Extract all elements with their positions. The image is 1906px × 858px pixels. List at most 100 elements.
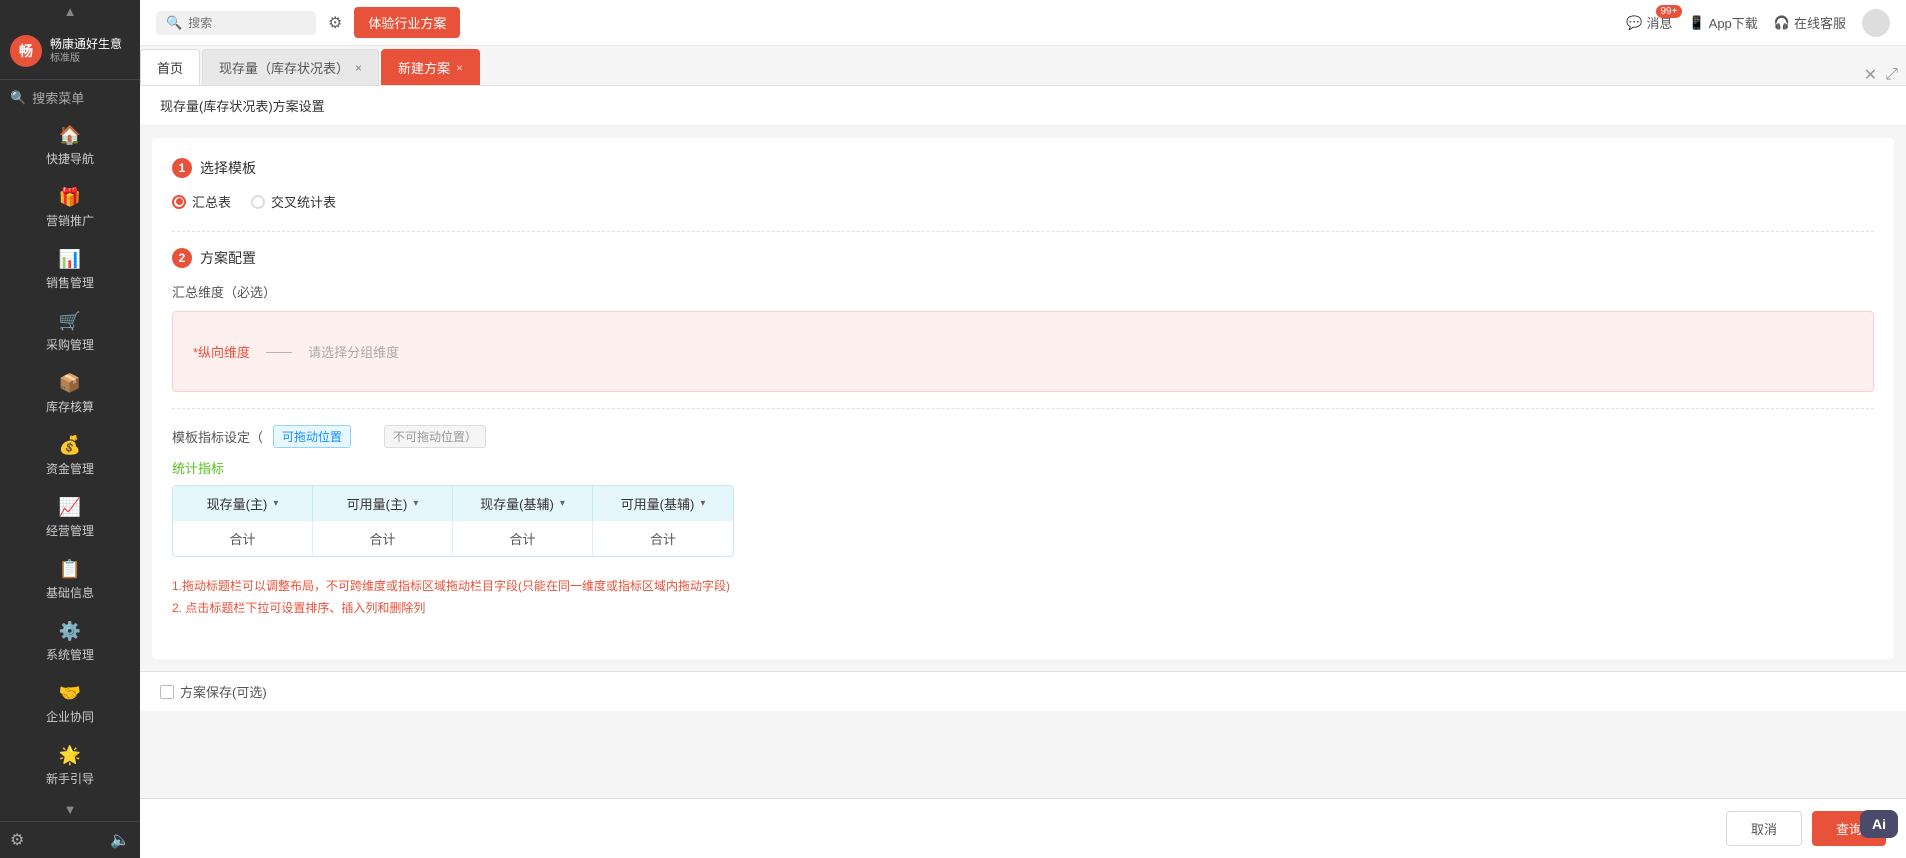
sidebar-item-label: 企业协同 [46, 708, 94, 725]
new-guide-icon: 🌟 [59, 745, 81, 766]
search-icon: 🔍 [10, 90, 26, 106]
sidebar-item-label: 系统管理 [46, 646, 94, 663]
radio-cross-circle [251, 195, 265, 209]
headset-icon: 🎧 [1774, 15, 1790, 31]
app-download-label: App下载 [1709, 13, 1758, 32]
radio-cross[interactable]: 交叉统计表 [251, 192, 336, 211]
settings-button[interactable]: ⚙ [10, 830, 24, 850]
sidebar-item-finance[interactable]: 💰 资金管理 [0, 425, 140, 487]
sidebar-item-quick-nav[interactable]: 🏠 快捷导航 [0, 115, 140, 177]
cell-0-0: 合计 [173, 521, 313, 556]
sidebar-item-inventory[interactable]: 📦 库存核算 [0, 363, 140, 425]
customer-service-button[interactable]: 🎧 在线客服 [1774, 13, 1846, 32]
sidebar-search-label: 搜索菜单 [32, 88, 84, 107]
speaker-button[interactable]: 🔈 [110, 830, 130, 850]
save-checkbox[interactable] [160, 685, 174, 699]
messages-badge: 99+ [1656, 5, 1683, 18]
window-close-button[interactable]: ✕ [1864, 65, 1877, 85]
sidebar-item-enterprise[interactable]: 🤝 企业协同 [0, 673, 140, 735]
indicator-table: 现存量(主) ▾ 可用量(主) ▾ 现存量(基辅) ▾ 可用量(基辅) [172, 485, 734, 557]
step2-title: 方案配置 [200, 248, 256, 268]
indicator-settings-label: 模板指标设定（ [172, 427, 263, 446]
stats-section-label: 统计指标 [172, 458, 1874, 477]
topbar-right: 💬 消息 99+ 📱 App下载 🎧 在线客服 [1626, 9, 1890, 37]
action-bar: 取消 查询 [140, 798, 1906, 858]
dimension-selector-box[interactable]: *纵向维度 —— 请选择分组维度 [172, 311, 1874, 392]
sidebar-item-system[interactable]: ⚙️ 系统管理 [0, 611, 140, 673]
app-version: 标准版 [50, 52, 122, 66]
dimension-arrow: —— [266, 344, 292, 359]
step2-header: 2 方案配置 [172, 248, 1874, 268]
sidebar-item-operation[interactable]: 📈 经营管理 [0, 487, 140, 549]
divider1 [172, 231, 1874, 232]
user-avatar[interactable] [1862, 9, 1890, 37]
tips-section: 1.拖动标题栏可以调整布局，不可跨维度或指标区域拖动栏目字段(只能在同一维度或指… [172, 576, 1874, 619]
save-option: 方案保存(可选) [160, 682, 267, 701]
sidebar-item-basic-info[interactable]: 📋 基础信息 [0, 549, 140, 611]
tab-inventory-label: 现存量（库存状况表） [219, 58, 349, 77]
indicator-settings-row: 模板指标设定（ 可拖动位置 不可拖动位置） [172, 425, 1874, 448]
trial-industry-button[interactable]: 体验行业方案 [354, 7, 460, 38]
col-header-2[interactable]: 现存量(基辅) ▾ [453, 486, 593, 521]
tips-title: 1.拖动标题栏可以调整布局，不可跨维度或指标区域拖动栏目字段(只能在同一维度或指… [172, 576, 1874, 598]
col-label-0: 现存量(主) [207, 494, 268, 513]
vertical-dim-required: *纵向维度 [193, 342, 250, 361]
tips-item1: 1.拖动标题栏可以调整布局，不可跨维度或指标区域拖动栏目字段(只能在同一维度或指… [172, 579, 730, 593]
tab-close-new-scheme[interactable]: × [456, 62, 463, 74]
settings-icon[interactable]: ⚙ [328, 13, 342, 33]
tab-close-inventory[interactable]: × [355, 62, 362, 74]
sidebar-item-sales[interactable]: 📊 销售管理 [0, 239, 140, 301]
radio-summary-label: 汇总表 [192, 192, 231, 211]
sidebar-item-purchase[interactable]: 🛒 采购管理 [0, 301, 140, 363]
sidebar-item-label: 基础信息 [46, 584, 94, 601]
tab-new-scheme[interactable]: 新建方案 × [381, 49, 480, 85]
radio-summary[interactable]: 汇总表 [172, 192, 231, 211]
ai-badge[interactable]: Ai [1860, 810, 1898, 838]
chevron-icon-1: ▾ [413, 498, 418, 509]
indicator-separator [361, 427, 374, 446]
tab-home[interactable]: 首页 [140, 49, 200, 85]
basic-info-icon: 📋 [59, 559, 81, 580]
chevron-icon-0: ▾ [273, 498, 278, 509]
tips-item2-row: 2. 点击标题栏下拉可设置排序、插入列和删除列 [172, 598, 1874, 620]
step1-number: 1 [172, 158, 192, 178]
draggable-tag: 可拖动位置 [273, 425, 351, 448]
col-label-3: 可用量(基辅) [621, 494, 695, 513]
window-expand-button[interactable]: ⤢ [1885, 66, 1898, 84]
app-download-button[interactable]: 📱 App下载 [1688, 13, 1757, 32]
sidebar-search-item[interactable]: 🔍 搜索菜单 [0, 80, 140, 115]
chevron-icon-3: ▾ [700, 498, 705, 509]
sales-icon: 📊 [59, 249, 81, 270]
cancel-button[interactable]: 取消 [1726, 811, 1802, 846]
content-area: 现存量(库存状况表)方案设置 1 选择模板 汇总表 交叉统计表 [140, 86, 1906, 798]
sidebar-item-marketing[interactable]: 🎁 营销推广 [0, 177, 140, 239]
sidebar-item-label: 资金管理 [46, 460, 94, 477]
step2-block: 2 方案配置 汇总维度（必选） *纵向维度 —— 请选择分组维度 模板指标设定（… [172, 248, 1874, 619]
page-title: 现存量(库存状况表)方案设置 [160, 99, 325, 114]
col-header-3[interactable]: 可用量(基辅) ▾ [593, 486, 733, 521]
col-header-0[interactable]: 现存量(主) ▾ [173, 486, 313, 521]
sidebar-nav: 🏠 快捷导航 🎁 营销推广 📊 销售管理 🛒 采购管理 📦 库存核算 💰 资金管… [0, 115, 140, 798]
form-panel: 1 选择模板 汇总表 交叉统计表 2 [152, 138, 1894, 659]
sidebar-item-label: 经营管理 [46, 522, 94, 539]
customer-service-label: 在线客服 [1794, 13, 1846, 32]
summary-dimension-label: 汇总维度（必选） [172, 282, 1874, 301]
page-header: 现存量(库存状况表)方案设置 [140, 86, 1906, 126]
messages-button[interactable]: 💬 消息 99+ [1626, 13, 1672, 32]
sidebar-item-new-guide[interactable]: 🌟 新手引导 [0, 735, 140, 797]
tab-inventory-status[interactable]: 现存量（库存状况表） × [202, 49, 379, 85]
app-icon: 畅 [10, 35, 42, 67]
radio-cross-label: 交叉统计表 [271, 192, 336, 211]
step2-number: 2 [172, 248, 192, 268]
topbar: 🔍 ⚙ 体验行业方案 💬 消息 99+ 📱 App下载 🎧 在线客服 [140, 0, 1906, 46]
finance-icon: 💰 [59, 435, 81, 456]
non-draggable-tag: 不可拖动位置） [384, 425, 486, 448]
sidebar-scroll-down[interactable]: ▼ [0, 798, 140, 821]
topbar-search-box[interactable]: 🔍 [156, 11, 316, 35]
search-input[interactable] [188, 16, 288, 30]
cell-0-2: 合计 [453, 521, 593, 556]
sidebar-scroll-up[interactable]: ▲ [0, 0, 140, 23]
ai-label: Ai [1872, 816, 1886, 832]
tab-bar: 首页 现存量（库存状况表） × 新建方案 × ✕ ⤢ [140, 46, 1906, 86]
col-header-1[interactable]: 可用量(主) ▾ [313, 486, 453, 521]
